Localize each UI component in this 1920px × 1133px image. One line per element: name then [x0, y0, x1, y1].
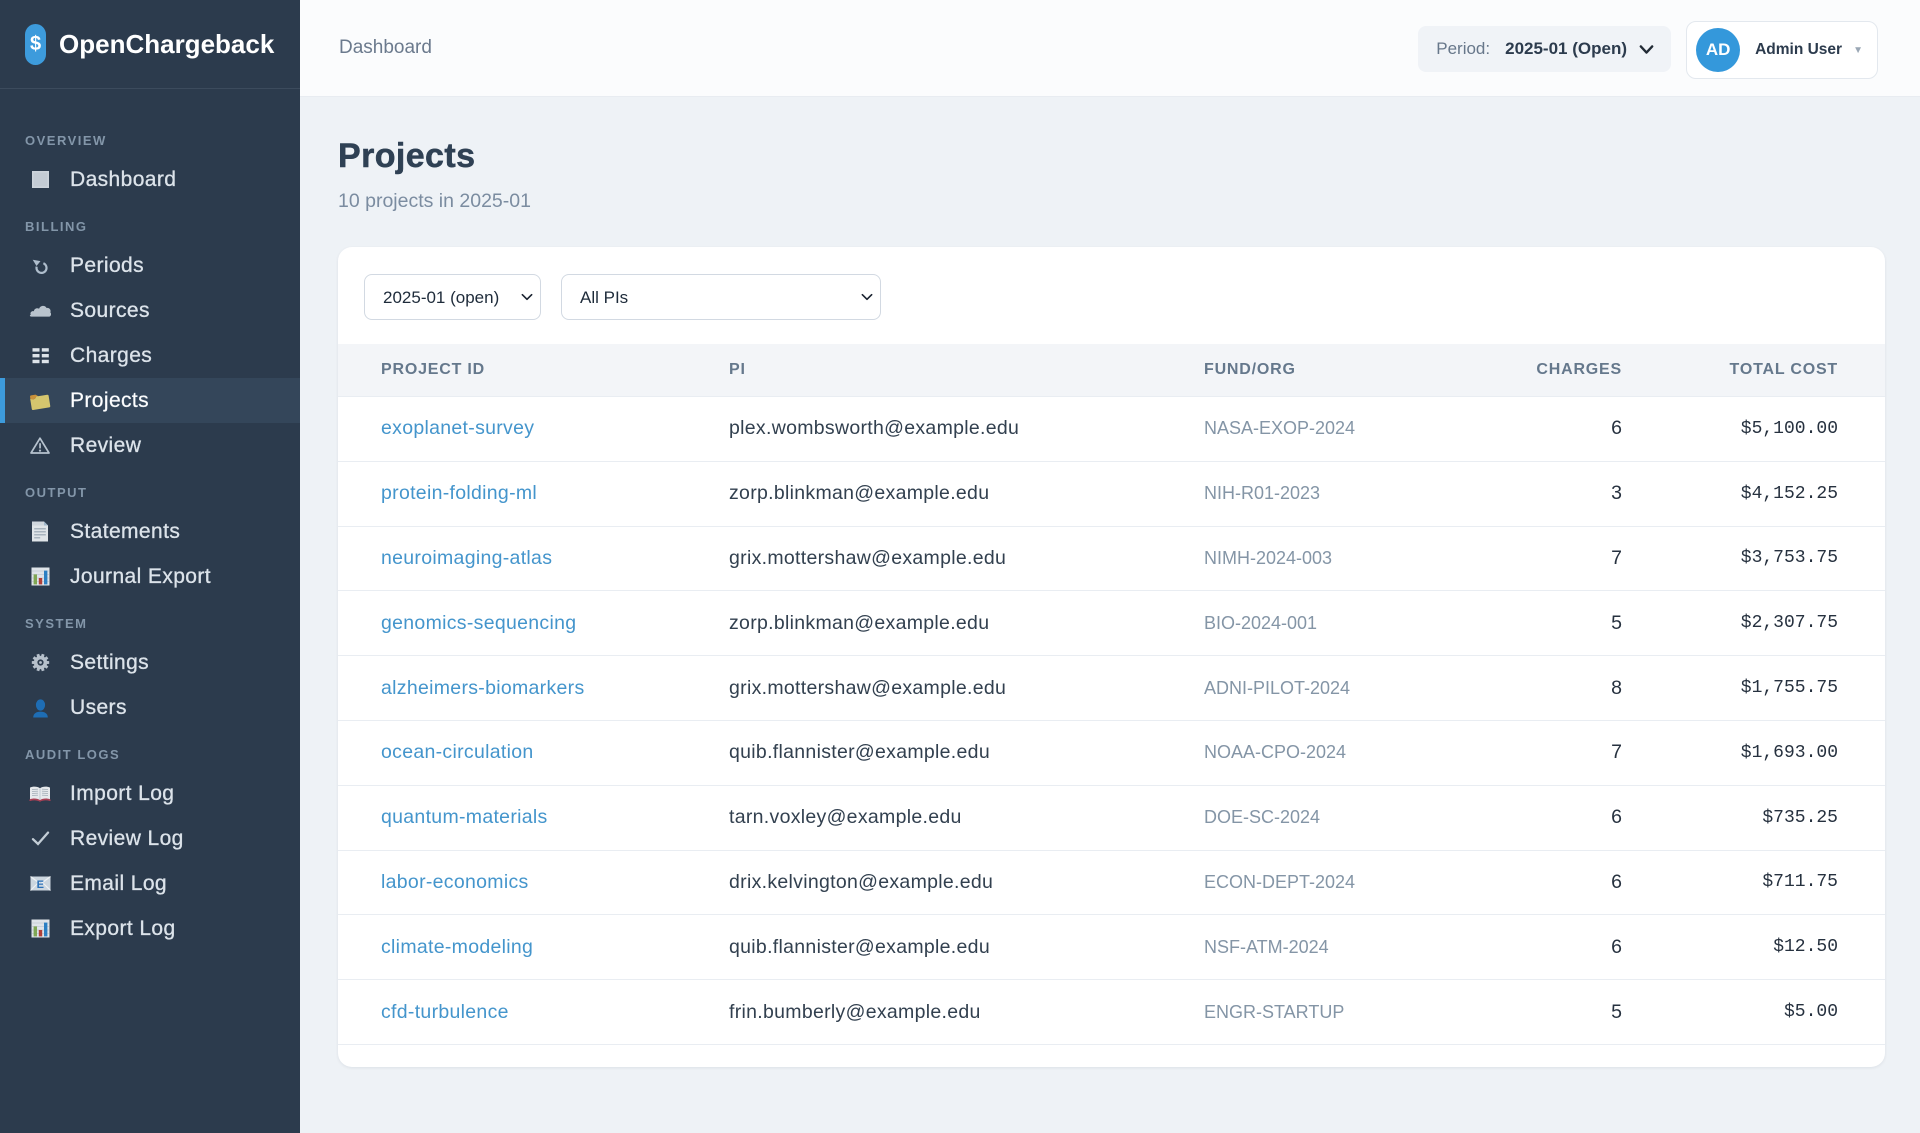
svg-text:E: E: [36, 879, 44, 891]
